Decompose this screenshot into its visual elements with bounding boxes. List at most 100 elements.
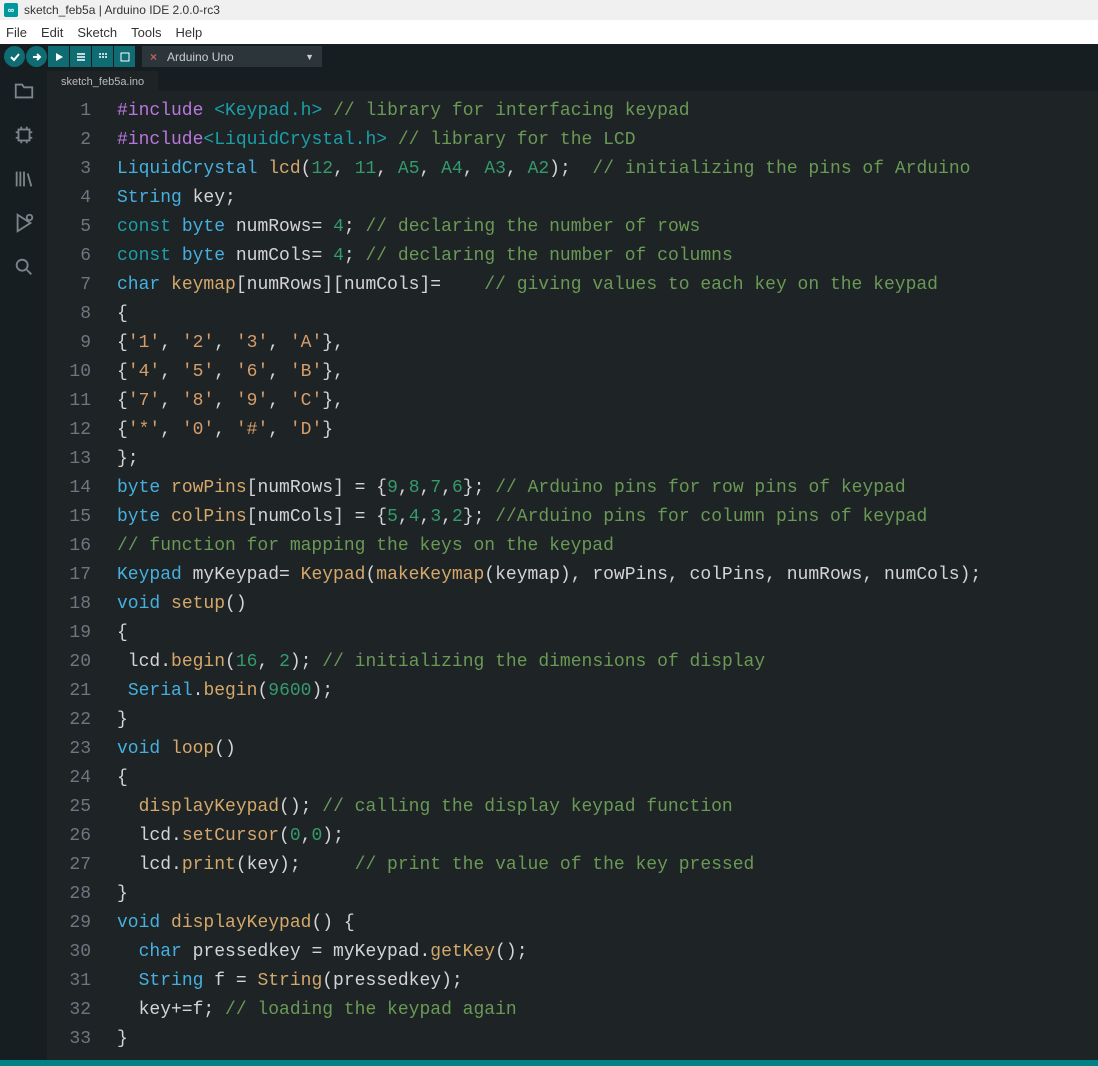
line-number: 1 [47,97,117,126]
code-content: } [117,880,1098,909]
code-line[interactable]: 9{'1', '2', '3', 'A'}, [47,329,1098,358]
line-number: 9 [47,329,117,358]
code-line[interactable]: 19{ [47,619,1098,648]
sidebar-boards[interactable] [12,123,36,147]
code-line[interactable]: 27 lcd.print(key); // print the value of… [47,851,1098,880]
line-number: 7 [47,271,117,300]
code-line[interactable]: 21 Serial.begin(9600); [47,677,1098,706]
code-content: {'1', '2', '3', 'A'}, [117,329,1098,358]
window-title: sketch_feb5a | Arduino IDE 2.0.0-rc3 [24,3,220,17]
line-number: 22 [47,706,117,735]
code-line[interactable]: 8{ [47,300,1098,329]
code-line[interactable]: 20 lcd.begin(16, 2); // initializing the… [47,648,1098,677]
code-content: LiquidCrystal lcd(12, 11, A5, A4, A3, A2… [117,155,1098,184]
check-icon [9,51,21,63]
code-content: {'7', '8', '9', 'C'}, [117,387,1098,416]
code-content: #include<LiquidCrystal.h> // library for… [117,126,1098,155]
code-line[interactable]: 3LiquidCrystal lcd(12, 11, A5, A4, A3, A… [47,155,1098,184]
code-line[interactable]: 7char keymap[numRows][numCols]= // givin… [47,271,1098,300]
line-number: 8 [47,300,117,329]
code-line[interactable]: 26 lcd.setCursor(0,0); [47,822,1098,851]
debug-icon [13,212,35,234]
code-content: lcd.setCursor(0,0); [117,822,1098,851]
menu-edit[interactable]: Edit [41,25,63,40]
code-line[interactable]: 1#include <Keypad.h> // library for inte… [47,97,1098,126]
code-content: const byte numRows= 4; // declaring the … [117,213,1098,242]
code-content: void displayKeypad() { [117,909,1098,938]
code-line[interactable]: 10{'4', '5', '6', 'B'}, [47,358,1098,387]
line-number: 6 [47,242,117,271]
code-line[interactable]: 17Keypad myKeypad= Keypad(makeKeymap(key… [47,561,1098,590]
code-content: } [117,706,1098,735]
sidebar-debug[interactable] [12,211,36,235]
line-number: 33 [47,1025,117,1054]
code-line[interactable]: 5const byte numRows= 4; // declaring the… [47,213,1098,242]
file-tab[interactable]: sketch_feb5a.ino [47,71,158,91]
main-area: sketch_feb5a.ino 1#include <Keypad.h> //… [0,69,1098,1060]
line-number: 32 [47,996,117,1025]
line-number: 4 [47,184,117,213]
menu-sketch[interactable]: Sketch [77,25,117,40]
line-number: 15 [47,503,117,532]
code-content: const byte numCols= 4; // declaring the … [117,242,1098,271]
code-line[interactable]: 13}; [47,445,1098,474]
code-line[interactable]: 24{ [47,764,1098,793]
code-line[interactable]: 12{'*', '0', '#', 'D'} [47,416,1098,445]
code-editor[interactable]: 1#include <Keypad.h> // library for inte… [47,91,1098,1060]
code-content: lcd.begin(16, 2); // initializing the di… [117,648,1098,677]
code-line[interactable]: 29void displayKeypad() { [47,909,1098,938]
titlebar: sketch_feb5a | Arduino IDE 2.0.0-rc3 [0,0,1098,20]
code-line[interactable]: 11{'7', '8', '9', 'C'}, [47,387,1098,416]
new-button[interactable] [70,46,91,67]
code-line[interactable]: 25 displayKeypad(); // calling the displ… [47,793,1098,822]
statusbar [0,1060,1098,1066]
code-line[interactable]: 28} [47,880,1098,909]
line-number: 10 [47,358,117,387]
code-line[interactable]: 14byte rowPins[numRows] = {9,8,7,6}; // … [47,474,1098,503]
tab-label: sketch_feb5a.ino [61,76,144,88]
code-line[interactable]: 31 String f = String(pressedkey); [47,967,1098,996]
menu-help[interactable]: Help [175,25,202,40]
sidebar-sketchbook[interactable] [12,79,36,103]
line-number: 14 [47,474,117,503]
code-line[interactable]: 6const byte numCols= 4; // declaring the… [47,242,1098,271]
line-number: 13 [47,445,117,474]
line-number: 17 [47,561,117,590]
code-line[interactable]: 2#include<LiquidCrystal.h> // library fo… [47,126,1098,155]
code-content: byte rowPins[numRows] = {9,8,7,6}; // Ar… [117,474,1098,503]
code-line[interactable]: 4String key; [47,184,1098,213]
code-line[interactable]: 16// function for mapping the keys on th… [47,532,1098,561]
code-line[interactable]: 22} [47,706,1098,735]
line-number: 31 [47,967,117,996]
code-content: } [117,1025,1098,1054]
board-name: Arduino Uno [167,50,234,64]
dots-icon [98,52,108,62]
debug-button[interactable] [48,46,69,67]
board-close-icon: × [150,50,157,64]
code-content: void setup() [117,590,1098,619]
menu-file[interactable]: File [6,25,27,40]
line-number: 28 [47,880,117,909]
code-line[interactable]: 18void setup() [47,590,1098,619]
upload-button[interactable] [26,46,47,67]
code-content: lcd.print(key); // print the value of th… [117,851,1098,880]
chip-icon [13,124,35,146]
code-content: byte colPins[numCols] = {5,4,3,2}; //Ard… [117,503,1098,532]
code-line[interactable]: 30 char pressedkey = myKeypad.getKey(); [47,938,1098,967]
code-line[interactable]: 33} [47,1025,1098,1054]
code-line[interactable]: 23void loop() [47,735,1098,764]
line-number: 21 [47,677,117,706]
code-line[interactable]: 32 key+=f; // loading the keypad again [47,996,1098,1025]
code-content: { [117,300,1098,329]
sidebar-search[interactable] [12,255,36,279]
menu-tools[interactable]: Tools [131,25,161,40]
code-line[interactable]: 15byte colPins[numCols] = {5,4,3,2}; //A… [47,503,1098,532]
open-button[interactable] [92,46,113,67]
save-button[interactable] [114,46,135,67]
line-number: 16 [47,532,117,561]
line-number: 30 [47,938,117,967]
verify-button[interactable] [4,46,25,67]
sidebar-library[interactable] [12,167,36,191]
board-selector[interactable]: × Arduino Uno ▼ [142,46,322,67]
code-content: void loop() [117,735,1098,764]
